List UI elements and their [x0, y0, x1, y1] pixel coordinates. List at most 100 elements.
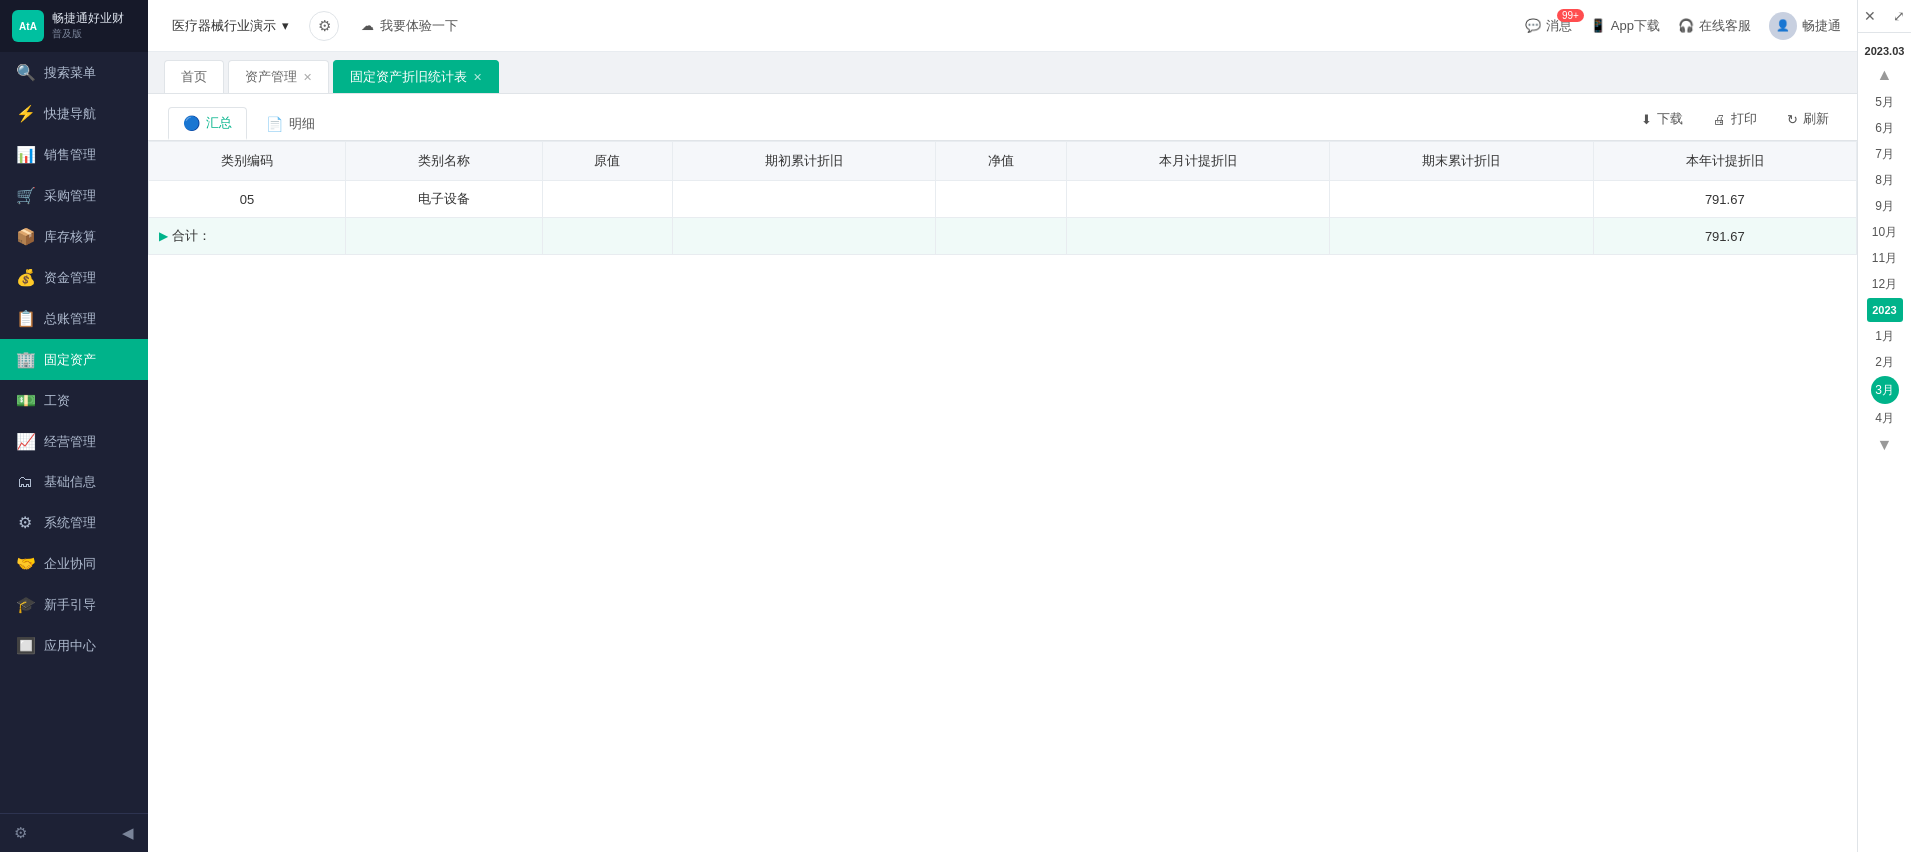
experience-label: 我要体验一下 — [380, 17, 458, 35]
sidebar-item-label-purchase: 采购管理 — [44, 187, 96, 205]
message-icon: 💬 — [1525, 18, 1541, 33]
experience-button[interactable]: ☁ 我要体验一下 — [351, 13, 468, 39]
month-item-4[interactable]: 4月 — [1867, 406, 1903, 430]
table-header-row: 类别编码 类别名称 原值 期初累计折旧 净值 本月计提折旧 期末累计折旧 本年计… — [149, 142, 1857, 181]
logo-text-group: 畅捷通好业财 普及版 — [52, 11, 124, 41]
sidebar-menu: 🔍 搜索菜单 ⚡ 快捷导航 📊 销售管理 🛒 采购管理 📦 库存核算 💰 资金管… — [0, 52, 148, 813]
subtab-summary[interactable]: 🔵 汇总 — [168, 107, 247, 140]
tab-asset-mgmt[interactable]: 资产管理 ✕ — [228, 60, 329, 93]
subtab-summary-icon: 🔵 — [183, 115, 200, 131]
tab-fixed-depreciation-close[interactable]: ✕ — [473, 71, 482, 84]
tab-home[interactable]: 首页 — [164, 60, 224, 93]
sidebar-item-label-inventory: 库存核算 — [44, 228, 96, 246]
sidebar-item-label-sales: 销售管理 — [44, 146, 96, 164]
panel-nav-down[interactable]: ▼ — [1871, 431, 1899, 459]
sidebar-item-quicknav[interactable]: ⚡ 快捷导航 — [0, 93, 148, 134]
topbar-right: 💬 消息 99+ 📱 App下载 🎧 在线客服 👤 畅捷通 — [1525, 12, 1841, 40]
print-label: 打印 — [1731, 110, 1757, 128]
sidebar-collapse-icon[interactable]: ◀ — [122, 824, 134, 842]
subtab-summary-label: 汇总 — [206, 114, 232, 132]
col-net: 净值 — [936, 142, 1066, 181]
company-selector[interactable]: 医疗器械行业演示 ▾ — [164, 13, 297, 39]
appcenter-icon: 🔲 — [16, 636, 34, 655]
tab-asset-mgmt-label: 资产管理 — [245, 68, 297, 86]
subtotal-init-accum — [673, 218, 936, 255]
col-year-dep: 本年计提折旧 — [1593, 142, 1856, 181]
content-area: 🔵 汇总 📄 明细 ⬇ 下载 🖨 打印 ↻ — [148, 94, 1857, 852]
topbar-settings-button[interactable]: ⚙ — [309, 11, 339, 41]
subtotal-original — [542, 218, 672, 255]
tab-fixed-depreciation[interactable]: 固定资产折旧统计表 ✕ — [333, 60, 499, 93]
month-item-1[interactable]: 1月 — [1867, 324, 1903, 348]
app-logo: AtA 畅捷通好业财 普及版 — [0, 0, 148, 52]
sidebar-item-salary[interactable]: 💵 工资 — [0, 380, 148, 421]
sidebar-item-purchase[interactable]: 🛒 采购管理 — [0, 175, 148, 216]
cell-year-dep: 791.67 — [1593, 181, 1856, 218]
refresh-button[interactable]: ↻ 刷新 — [1779, 106, 1837, 132]
sidebar-item-sysadmin[interactable]: ⚙ 系统管理 — [0, 502, 148, 543]
month-item-3-active[interactable]: 3月 — [1871, 376, 1899, 404]
month-item-6[interactable]: 6月 — [1867, 116, 1903, 140]
panel-nav-up[interactable]: ▲ — [1871, 61, 1899, 89]
sidebar-item-label-appcenter: 应用中心 — [44, 637, 96, 655]
sidebar-settings-icon[interactable]: ⚙ — [14, 824, 27, 842]
logo-subtitle: 普及版 — [52, 27, 124, 41]
subtotal-icon: ▶合计： — [149, 218, 346, 255]
sidebar-item-inventory[interactable]: 📦 库存核算 — [0, 216, 148, 257]
sidebar-item-label-search: 搜索菜单 — [44, 64, 96, 82]
sidebar-item-finance[interactable]: 💰 资金管理 — [0, 257, 148, 298]
finance-icon: 💰 — [16, 268, 34, 287]
table-row: 05 电子设备 791.67 — [149, 181, 1857, 218]
message-badge: 99+ — [1557, 9, 1584, 22]
panel-close-button[interactable]: ✕ — [1864, 8, 1876, 24]
subtabs-left: 🔵 汇总 📄 明细 — [168, 107, 330, 139]
sidebar-item-ledger[interactable]: 📋 总账管理 — [0, 298, 148, 339]
fixedassets-icon: 🏢 — [16, 350, 34, 369]
sidebar-item-guide[interactable]: 🎓 新手引导 — [0, 584, 148, 625]
message-button[interactable]: 💬 消息 99+ — [1525, 17, 1572, 35]
subtotal-name — [345, 218, 542, 255]
sidebar-item-fixedassets[interactable]: 🏢 固定资产 — [0, 339, 148, 380]
sidebar-item-enterprise[interactable]: 🤝 企业协同 — [0, 543, 148, 584]
month-item-11[interactable]: 11月 — [1867, 246, 1903, 270]
month-item-7[interactable]: 7月 — [1867, 142, 1903, 166]
sales-icon: 📊 — [16, 145, 34, 164]
sidebar-item-label-sysadmin: 系统管理 — [44, 514, 96, 532]
search-icon: 🔍 — [16, 63, 34, 82]
sidebar-item-label-fixedassets: 固定资产 — [44, 351, 96, 369]
sysadmin-icon: ⚙ — [16, 513, 34, 532]
subtab-detail[interactable]: 📄 明细 — [251, 107, 330, 139]
sidebar-item-basicinfo[interactable]: 🗂 基础信息 — [0, 462, 148, 502]
panel-expand-button[interactable]: ⤢ — [1893, 8, 1905, 24]
col-name: 类别名称 — [345, 142, 542, 181]
month-item-10[interactable]: 10月 — [1867, 220, 1903, 244]
refresh-label: 刷新 — [1803, 110, 1829, 128]
month-item-12[interactable]: 12月 — [1867, 272, 1903, 296]
month-item-8[interactable]: 8月 — [1867, 168, 1903, 192]
sidebar-item-operations[interactable]: 📈 经营管理 — [0, 421, 148, 462]
app-download-button[interactable]: 📱 App下载 — [1590, 17, 1660, 35]
sidebar-item-sales[interactable]: 📊 销售管理 — [0, 134, 148, 175]
panel-header: ✕ ⤢ — [1858, 8, 1911, 33]
customer-service-button[interactable]: 🎧 在线客服 — [1678, 17, 1751, 35]
panel-period-label: 2023.03 — [1865, 45, 1905, 57]
month-item-2[interactable]: 2月 — [1867, 350, 1903, 374]
basicinfo-icon: 🗂 — [16, 473, 34, 491]
customer-service-icon: 🎧 — [1678, 18, 1694, 33]
month-item-9[interactable]: 9月 — [1867, 194, 1903, 218]
download-icon: ⬇ — [1641, 112, 1652, 127]
sidebar-item-label-salary: 工资 — [44, 392, 70, 410]
print-button[interactable]: 🖨 打印 — [1705, 106, 1765, 132]
sidebar-item-appcenter[interactable]: 🔲 应用中心 — [0, 625, 148, 666]
tab-asset-mgmt-close[interactable]: ✕ — [303, 71, 312, 84]
company-dropdown-icon: ▾ — [282, 18, 289, 33]
main-area: 医疗器械行业演示 ▾ ⚙ ☁ 我要体验一下 💬 消息 99+ 📱 App下载 🎧… — [148, 0, 1857, 852]
user-profile[interactable]: 👤 畅捷通 — [1769, 12, 1841, 40]
logo-title: 畅捷通好业财 — [52, 11, 124, 27]
download-button[interactable]: ⬇ 下载 — [1633, 106, 1691, 132]
customer-service-label: 在线客服 — [1699, 17, 1751, 35]
month-item-5[interactable]: 5月 — [1867, 90, 1903, 114]
user-name: 畅捷通 — [1802, 17, 1841, 35]
sidebar-item-search[interactable]: 🔍 搜索菜单 — [0, 52, 148, 93]
tab-home-label: 首页 — [181, 68, 207, 86]
